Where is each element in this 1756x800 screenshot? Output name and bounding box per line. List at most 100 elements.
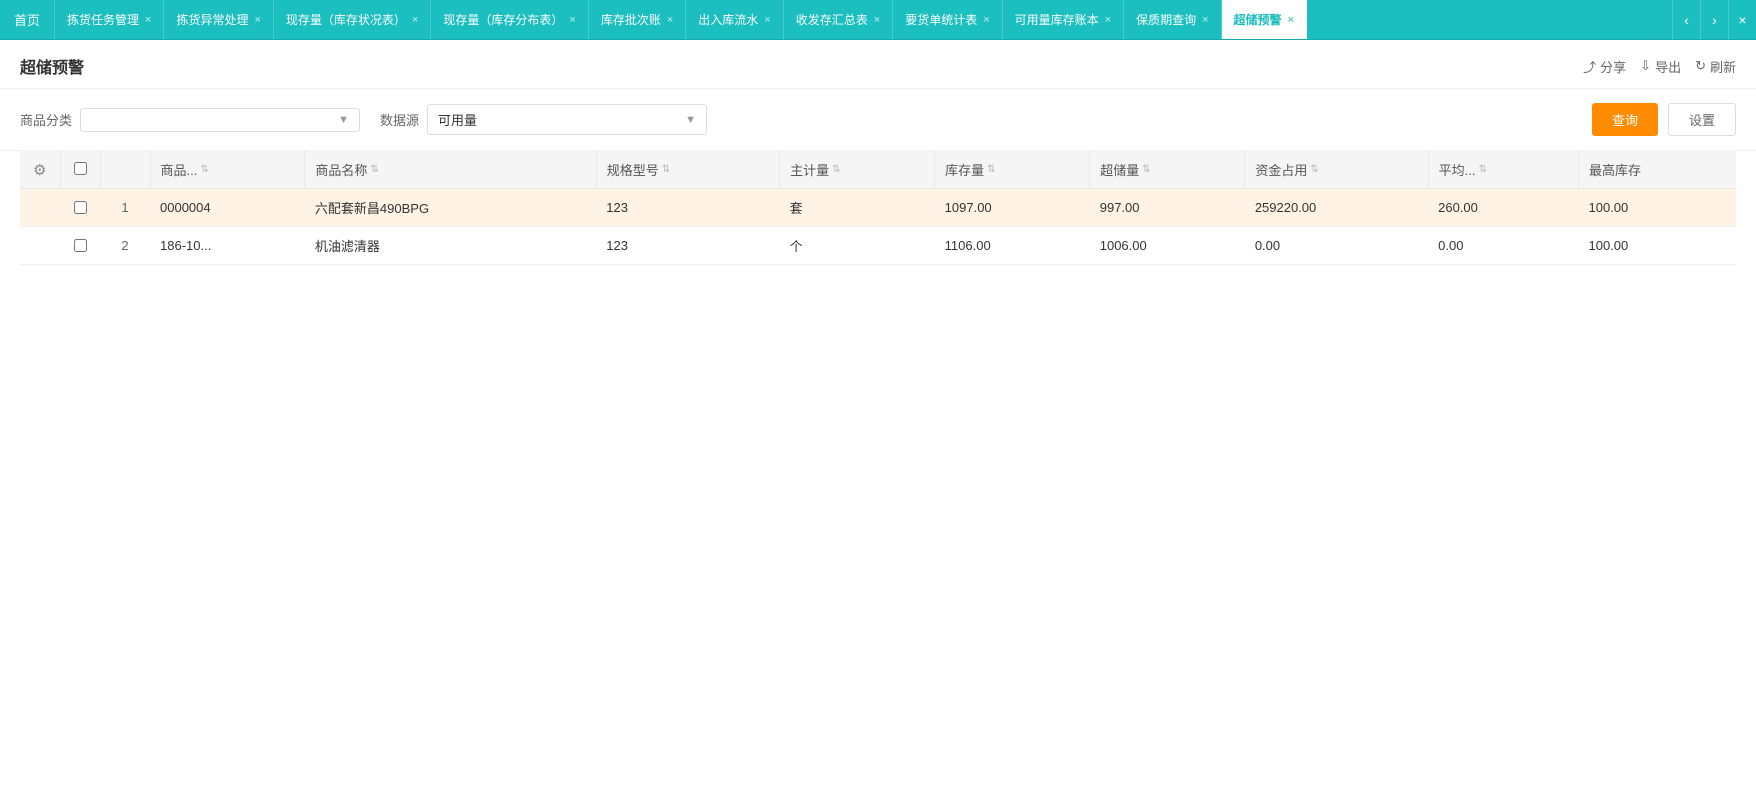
row-index-0: 1	[100, 189, 150, 227]
row-gear-0	[20, 189, 60, 227]
row-spec-0: 123	[596, 189, 779, 227]
nav-tab-close-5[interactable]: ×	[764, 14, 770, 26]
nav-tab-close-3[interactable]: ×	[569, 14, 575, 26]
export-icon: ⇩	[1640, 58, 1651, 74]
th-code[interactable]: 商品... ⇅	[150, 151, 305, 189]
category-select[interactable]: ▼	[80, 108, 360, 132]
sort-icon-spec: ⇅	[662, 164, 670, 175]
th-unit[interactable]: 主计量 ⇅	[780, 151, 935, 189]
th-capital[interactable]: 资金占用 ⇅	[1245, 151, 1428, 189]
row-code-0: 0000004	[150, 189, 305, 227]
nav-tab-close-4[interactable]: ×	[667, 14, 673, 26]
nav-tab-close-0[interactable]: ×	[145, 14, 151, 26]
gear-icon[interactable]: ⚙	[33, 162, 46, 179]
sort-icon-unit: ⇅	[832, 164, 840, 175]
row-checkbox-1[interactable]	[74, 239, 87, 252]
th-name-label: 商品名称	[315, 160, 367, 179]
nav-tab-close-10[interactable]: ×	[1288, 14, 1294, 26]
nav-tab-7[interactable]: 要货单统计表 ×	[893, 0, 1002, 40]
filter-bar: 商品分类 ▼ 数据源 可用量 ▼ 查询 设置	[0, 89, 1756, 151]
data-table: ⚙ 商品... ⇅ 商品名称	[20, 151, 1736, 265]
sort-icon-capital: ⇅	[1310, 164, 1318, 175]
th-unit-label: 主计量	[790, 160, 829, 179]
nav-tab-close-6[interactable]: ×	[874, 14, 880, 26]
sort-icon-name: ⇅	[370, 164, 378, 175]
th-gear: ⚙	[20, 151, 60, 189]
row-code-1: 186-10...	[150, 227, 305, 265]
nav-tab-6[interactable]: 收发存汇总表 ×	[784, 0, 893, 40]
page-header: 超储预警 ⤴ 分享 ⇩ 导出 ↻ 刷新	[0, 40, 1756, 89]
filter-actions: 查询 设置	[1592, 103, 1736, 136]
nav-tab-9[interactable]: 保质期查询 ×	[1124, 0, 1221, 40]
export-button[interactable]: ⇩ 导出	[1640, 57, 1681, 76]
settings-button[interactable]: 设置	[1668, 103, 1736, 136]
nav-prev-button[interactable]: ‹	[1672, 0, 1700, 40]
select-all-checkbox[interactable]	[74, 162, 87, 175]
datasource-label: 数据源	[380, 110, 419, 129]
nav-tab-close-2[interactable]: ×	[412, 14, 418, 26]
row-checkbox-0[interactable]	[74, 201, 87, 214]
nav-tab-10[interactable]: 超储预警 ×	[1222, 0, 1307, 40]
nav-close-button[interactable]: ×	[1728, 0, 1756, 40]
row-maxstock-1: 100.00	[1578, 227, 1736, 265]
datasource-select[interactable]: 可用量 ▼	[427, 104, 707, 135]
nav-tab-1[interactable]: 拣货异常处理 ×	[164, 0, 273, 40]
th-avg[interactable]: 平均... ⇅	[1428, 151, 1578, 189]
th-name[interactable]: 商品名称 ⇅	[305, 151, 596, 189]
datasource-filter-group: 数据源 可用量 ▼	[380, 104, 707, 135]
top-nav: 首页 拣货任务管理 × 拣货异常处理 × 现存量（库存状况表） × 现存量（库存…	[0, 0, 1756, 40]
nav-tab-label-5: 出入库流水	[698, 11, 758, 28]
nav-home[interactable]: 首页	[0, 0, 55, 40]
nav-tab-5[interactable]: 出入库流水 ×	[686, 0, 783, 40]
sort-icon-avg: ⇅	[1478, 164, 1486, 175]
nav-next-button[interactable]: ›	[1700, 0, 1728, 40]
nav-tab-3[interactable]: 现存量（库存分布表） ×	[431, 0, 588, 40]
row-stock-1: 1106.00	[935, 227, 1090, 265]
th-stock-label: 库存量	[945, 160, 984, 179]
category-filter-group: 商品分类 ▼	[20, 108, 360, 132]
nav-tab-4[interactable]: 库存批次账 ×	[589, 0, 686, 40]
th-spec-label: 规格型号	[607, 160, 659, 179]
th-spec[interactable]: 规格型号 ⇅	[596, 151, 779, 189]
share-button[interactable]: ⤴ 分享	[1583, 57, 1626, 76]
th-maxstock: 最高库存	[1578, 151, 1736, 189]
nav-tab-2[interactable]: 现存量（库存状况表） ×	[274, 0, 431, 40]
sort-icon-overstock: ⇅	[1142, 164, 1150, 175]
row-avg-1: 0.00	[1428, 227, 1578, 265]
row-checkbox-cell-0	[60, 189, 100, 227]
main-content: 超储预警 ⤴ 分享 ⇩ 导出 ↻ 刷新 商品分类 ▼ 数据源	[0, 40, 1756, 800]
export-label: 导出	[1655, 57, 1681, 76]
nav-arrows: ‹ › ×	[1672, 0, 1756, 40]
nav-tab-close-1[interactable]: ×	[254, 14, 260, 26]
row-maxstock-0: 100.00	[1578, 189, 1736, 227]
row-checkbox-cell-1	[60, 227, 100, 265]
th-overstock[interactable]: 超储量 ⇅	[1090, 151, 1245, 189]
row-overstock-0: 997.00	[1090, 189, 1245, 227]
share-icon: ⤴	[1583, 57, 1596, 76]
sort-icon-code: ⇅	[200, 164, 208, 175]
share-label: 分享	[1600, 57, 1626, 76]
nav-tab-label-2: 现存量（库存状况表）	[286, 11, 406, 28]
row-stock-0: 1097.00	[935, 189, 1090, 227]
nav-tab-label-3: 现存量（库存分布表）	[443, 11, 563, 28]
row-index-1: 2	[100, 227, 150, 265]
nav-tab-close-7[interactable]: ×	[983, 14, 989, 26]
th-stock[interactable]: 库存量 ⇅	[935, 151, 1090, 189]
row-name-1: 机油滤清器	[305, 227, 596, 265]
nav-tab-close-8[interactable]: ×	[1105, 14, 1111, 26]
row-overstock-1: 1006.00	[1090, 227, 1245, 265]
row-capital-1: 0.00	[1245, 227, 1428, 265]
nav-tab-8[interactable]: 可用量库存账本 ×	[1003, 0, 1124, 40]
table-row: 2 186-10... 机油滤清器 123 个 1106.00 1006.00 …	[20, 227, 1736, 265]
row-avg-0: 260.00	[1428, 189, 1578, 227]
nav-tab-label-7: 要货单统计表	[905, 11, 977, 28]
page-actions: ⤴ 分享 ⇩ 导出 ↻ 刷新	[1583, 57, 1736, 76]
nav-tab-0[interactable]: 拣货任务管理 ×	[55, 0, 164, 40]
th-overstock-label: 超储量	[1100, 160, 1139, 179]
refresh-icon: ↻	[1695, 58, 1706, 74]
query-button[interactable]: 查询	[1592, 103, 1658, 136]
nav-tab-close-9[interactable]: ×	[1202, 14, 1208, 26]
refresh-button[interactable]: ↻ 刷新	[1695, 57, 1736, 76]
nav-tab-label-10: 超储预警	[1234, 11, 1282, 28]
row-gear-1	[20, 227, 60, 265]
